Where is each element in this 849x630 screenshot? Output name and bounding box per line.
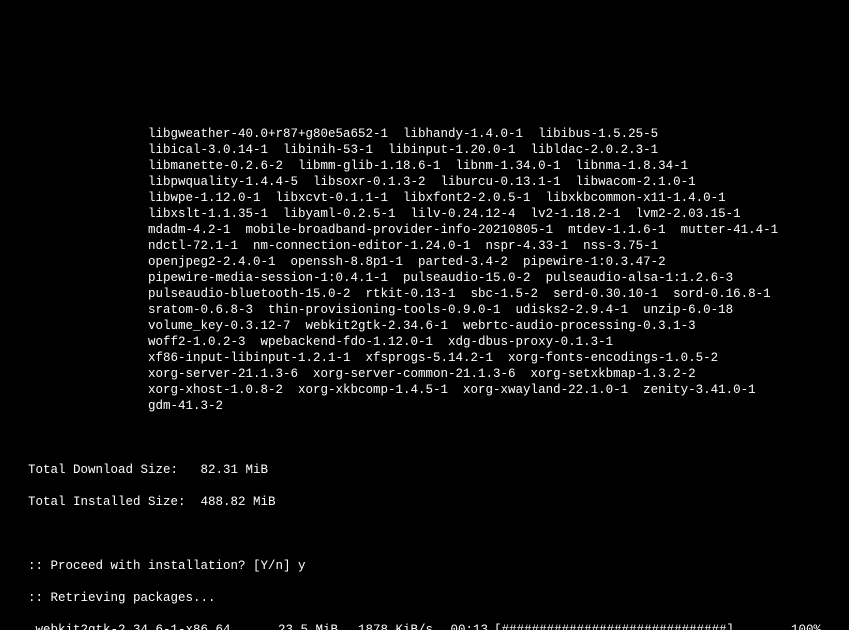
package-line: libpwquality-1.4.4-5 libsoxr-0.1.3-2 lib… bbox=[28, 174, 821, 190]
package-line: gdm-41.3-2 bbox=[28, 398, 821, 414]
package-line: pipewire-media-session-1:0.4.1-1 pulseau… bbox=[28, 270, 821, 286]
package-line: xorg-server-21.1.3-6 xorg-server-common-… bbox=[28, 366, 821, 382]
package-list: libgweather-40.0+r87+g80e5a652-1 libhand… bbox=[28, 126, 821, 414]
download-percent: 100% bbox=[779, 622, 821, 630]
total-installed-value: 488.82 MiB bbox=[186, 495, 276, 509]
package-line: pulseaudio-bluetooth-15.0-2 rtkit-0.13-1… bbox=[28, 286, 821, 302]
terminal[interactable]: libgweather-40.0+r87+g80e5a652-1 libhand… bbox=[0, 80, 849, 630]
package-line: openjpeg2-2.4.0-1 openssh-8.8p1-1 parted… bbox=[28, 254, 821, 270]
download-name: webkit2gtk-2.34.6-1-x86_64 bbox=[28, 622, 238, 630]
blank-line bbox=[28, 430, 821, 446]
total-installed-line: Total Installed Size: 488.82 MiB bbox=[28, 494, 821, 510]
download-progress-bar: [##############################] bbox=[488, 622, 779, 630]
package-line: libmanette-0.2.6-2 libmm-glib-1.18.6-1 l… bbox=[28, 158, 821, 174]
total-installed-label: Total Installed Size: bbox=[28, 495, 186, 509]
package-line: ndctl-72.1-1 nm-connection-editor-1.24.0… bbox=[28, 238, 821, 254]
total-download-value: 82.31 MiB bbox=[178, 463, 268, 477]
package-line: xf86-input-libinput-1.2.1-1 xfsprogs-5.1… bbox=[28, 350, 821, 366]
total-download-label: Total Download Size: bbox=[28, 463, 178, 477]
retrieving-packages: :: Retrieving packages... bbox=[28, 590, 821, 606]
download-size: 23.5 MiB bbox=[238, 622, 338, 630]
download-rate: 1878 KiB/s bbox=[338, 622, 433, 630]
package-line: woff2-1.0.2-3 wpebackend-fdo-1.12.0-1 xd… bbox=[28, 334, 821, 350]
package-line: sratom-0.6.8-3 thin-provisioning-tools-0… bbox=[28, 302, 821, 318]
package-line: volume_key-0.3.12-7 webkit2gtk-2.34.6-1 … bbox=[28, 318, 821, 334]
package-line: libwpe-1.12.0-1 libxcvt-0.1.1-1 libxfont… bbox=[28, 190, 821, 206]
blank-line bbox=[28, 526, 821, 542]
total-download-line: Total Download Size: 82.31 MiB bbox=[28, 462, 821, 478]
package-line: xorg-xhost-1.0.8-2 xorg-xkbcomp-1.4.5-1 … bbox=[28, 382, 821, 398]
download-list: webkit2gtk-2.34.6-1-x86_6423.5 MiB1878 K… bbox=[28, 622, 821, 630]
download-time: 00:13 bbox=[433, 622, 488, 630]
package-line: libxslt-1.1.35-1 libyaml-0.2.5-1 lilv-0.… bbox=[28, 206, 821, 222]
download-row: webkit2gtk-2.34.6-1-x86_6423.5 MiB1878 K… bbox=[28, 622, 821, 630]
package-line: mdadm-4.2-1 mobile-broadband-provider-in… bbox=[28, 222, 821, 238]
package-line: libgweather-40.0+r87+g80e5a652-1 libhand… bbox=[28, 126, 821, 142]
proceed-prompt[interactable]: :: Proceed with installation? [Y/n] y bbox=[28, 558, 821, 574]
package-line: libical-3.0.14-1 libinih-53-1 libinput-1… bbox=[28, 142, 821, 158]
